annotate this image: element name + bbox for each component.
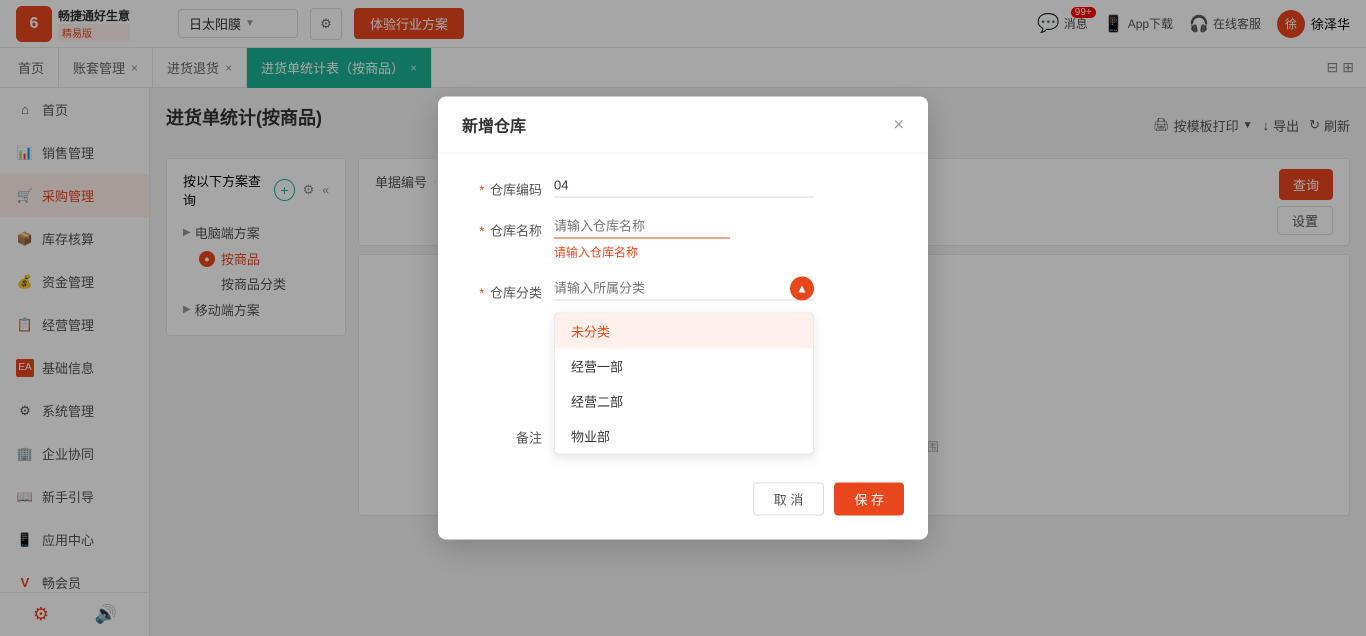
warehouse-name-error: 请输入仓库名称 bbox=[462, 244, 638, 261]
category-dropdown: 未分类 经营一部 经营二部 物业部 bbox=[554, 313, 814, 455]
modal-save-button[interactable]: 保 存 bbox=[834, 483, 904, 516]
warehouse-category-label: * 仓库分类 bbox=[462, 277, 542, 302]
dropdown-item-0[interactable]: 未分类 bbox=[555, 314, 813, 349]
dropdown-item-2[interactable]: 经营二部 bbox=[555, 384, 813, 419]
warehouse-category-wrapper: ▲ bbox=[554, 277, 814, 301]
warehouse-name-inner: * 仓库名称 bbox=[462, 215, 730, 240]
warehouse-name-required: * bbox=[479, 224, 484, 239]
modal-cancel-button[interactable]: 取 消 bbox=[753, 483, 825, 516]
warehouse-name-row: * 仓库名称 请输入仓库名称 bbox=[462, 215, 904, 261]
modal-title: 新增仓库 bbox=[462, 113, 526, 137]
warehouse-code-row: * 仓库编码 bbox=[462, 174, 904, 199]
category-toggle-button[interactable]: ▲ bbox=[790, 277, 814, 301]
dropdown-item-3[interactable]: 物业部 bbox=[555, 419, 813, 454]
dropdown-item-1[interactable]: 经营一部 bbox=[555, 349, 813, 384]
warehouse-category-row: * 仓库分类 ▲ 未分类 经营一部 经营二部 物业部 bbox=[462, 277, 904, 302]
warehouse-code-input[interactable] bbox=[554, 174, 814, 198]
warehouse-category-input[interactable] bbox=[554, 277, 814, 301]
warehouse-name-input[interactable] bbox=[554, 215, 730, 239]
warehouse-code-required: * bbox=[479, 183, 484, 198]
warehouse-remark-label: 备注 bbox=[462, 422, 542, 447]
warehouse-code-label: * 仓库编码 bbox=[462, 174, 542, 199]
modal-body: * 仓库编码 * 仓库名称 请输入仓库名称 * 仓库分类 bbox=[438, 154, 928, 483]
warehouse-category-required: * bbox=[479, 286, 484, 301]
modal-header: 新增仓库 × bbox=[438, 97, 928, 154]
modal-close-button[interactable]: × bbox=[893, 114, 904, 135]
modal-footer: 取 消 保 存 bbox=[438, 483, 928, 516]
add-warehouse-modal: 新增仓库 × * 仓库编码 * 仓库名称 请输入仓库名称 * bbox=[438, 97, 928, 540]
warehouse-name-label: * 仓库名称 bbox=[462, 215, 542, 240]
